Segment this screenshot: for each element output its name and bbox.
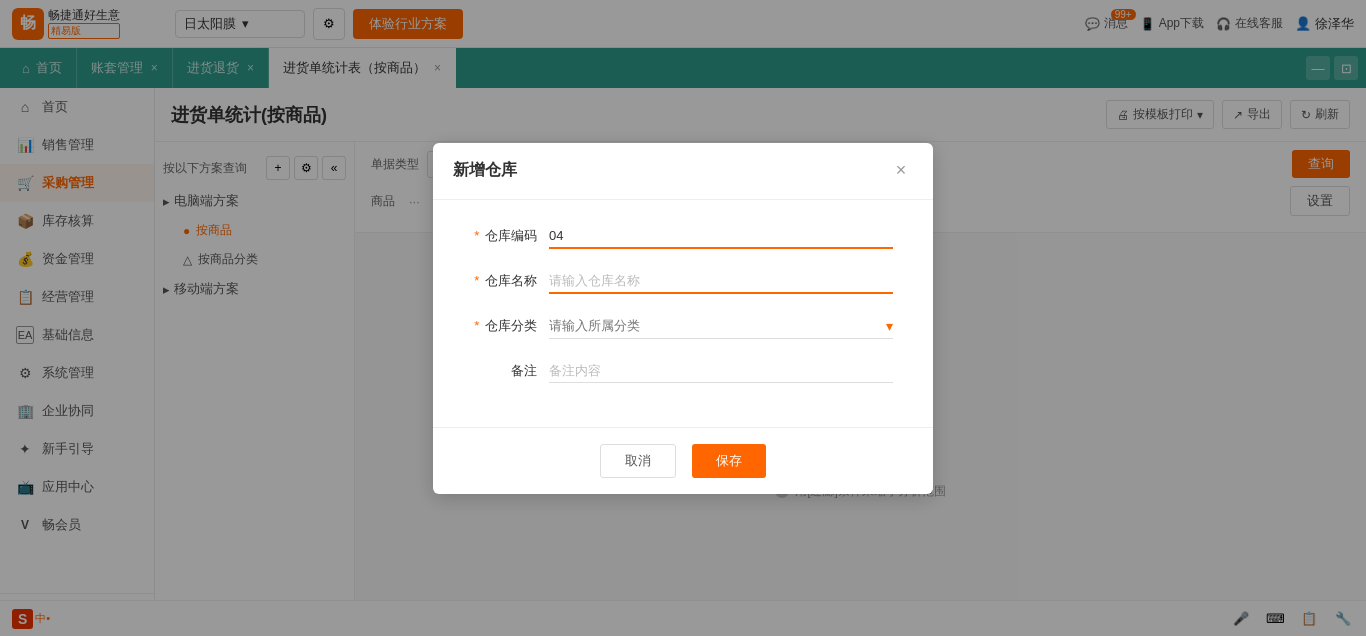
- name-input[interactable]: [549, 269, 893, 294]
- modal-body: * 仓库编码 * 仓库名称 * 仓库分类: [433, 200, 933, 427]
- category-select-wrapper[interactable]: ▾: [549, 314, 893, 339]
- remark-label: 备注: [473, 362, 537, 380]
- form-row-name: * 仓库名称: [473, 269, 893, 294]
- modal-header: 新增仓库 ×: [433, 143, 933, 200]
- modal-close-button[interactable]: ×: [889, 159, 913, 183]
- form-row-code: * 仓库编码: [473, 224, 893, 249]
- modal-title: 新增仓库: [453, 160, 517, 181]
- category-arrow-icon: ▾: [886, 318, 893, 334]
- new-warehouse-modal: 新增仓库 × * 仓库编码 * 仓库名称: [433, 143, 933, 494]
- modal-overlay: 新增仓库 × * 仓库编码 * 仓库名称: [0, 0, 1366, 636]
- name-label: * 仓库名称: [473, 272, 537, 290]
- cancel-button[interactable]: 取消: [600, 444, 676, 478]
- save-button[interactable]: 保存: [692, 444, 766, 478]
- remark-input[interactable]: [549, 359, 893, 383]
- category-input[interactable]: [549, 318, 886, 333]
- code-input[interactable]: [549, 224, 893, 249]
- form-row-remark: 备注: [473, 359, 893, 383]
- modal-footer: 取消 保存: [433, 427, 933, 494]
- form-row-category: * 仓库分类 ▾: [473, 314, 893, 339]
- code-label: * 仓库编码: [473, 227, 537, 245]
- category-label: * 仓库分类: [473, 317, 537, 335]
